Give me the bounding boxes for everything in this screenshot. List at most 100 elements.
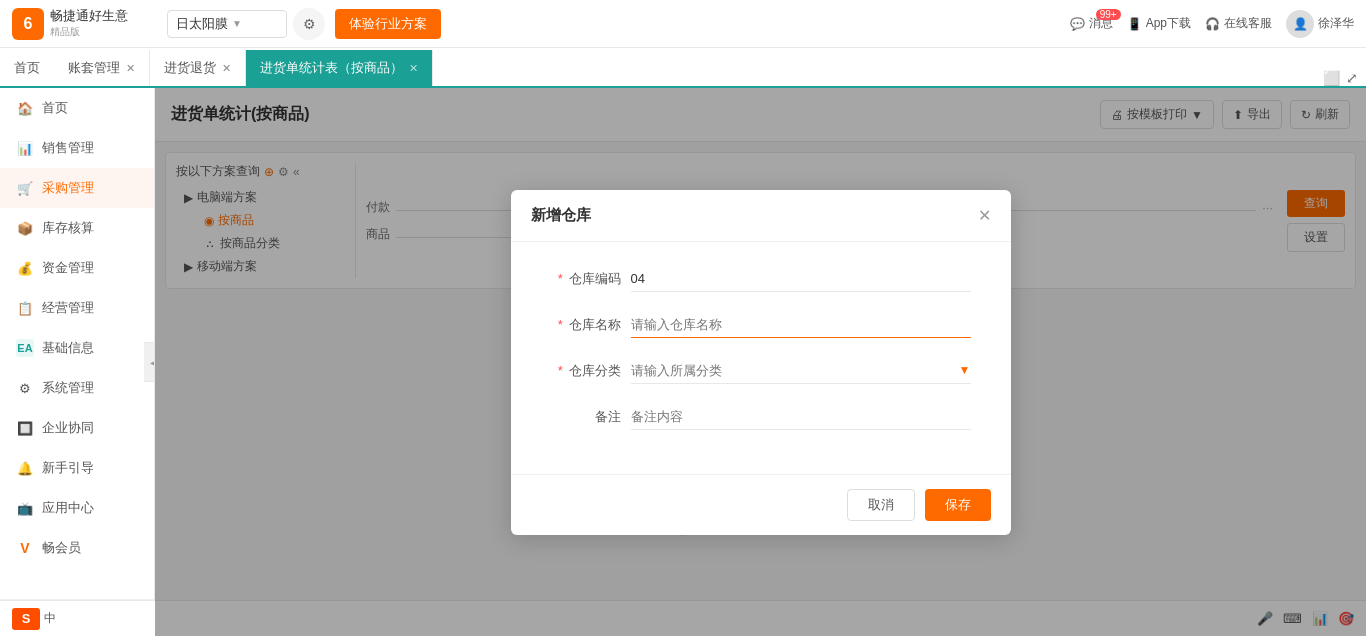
sidebar-item-sales[interactable]: 📊 销售管理 xyxy=(0,128,154,168)
category-label: * 仓库分类 xyxy=(551,362,631,380)
tab-purchase-return-close-icon[interactable]: ✕ xyxy=(222,62,231,75)
content-area: 进货单统计(按商品) 🖨 按模板打印 ▼ ⬆ 导出 ↻ 刷新 xyxy=(155,88,1366,636)
sidebar-item-operations[interactable]: 📋 经营管理 xyxy=(0,288,154,328)
tab-home[interactable]: 首页 xyxy=(0,50,54,86)
required-category-icon: * xyxy=(558,363,563,378)
tab-purchase-return[interactable]: 进货退货 ✕ xyxy=(150,50,246,86)
message-icon: 💬 xyxy=(1070,17,1085,31)
category-select-wrapper: ▼ xyxy=(631,358,971,384)
tab-accounts[interactable]: 账套管理 ✕ xyxy=(54,50,150,86)
notes-input[interactable] xyxy=(631,404,971,430)
headset-icon: 🎧 xyxy=(1205,17,1220,31)
tab-purchase-stats-close-icon[interactable]: ✕ xyxy=(409,62,418,75)
dialog-close-button[interactable]: ✕ xyxy=(978,206,991,225)
sidebar-toggle-button[interactable]: ◀ xyxy=(144,342,155,382)
name-label: * 仓库名称 xyxy=(551,316,631,334)
gear-button[interactable]: ⚙ xyxy=(293,8,325,40)
bottom-s-icon: S xyxy=(12,608,40,630)
apps-icon: 📺 xyxy=(16,499,34,517)
sidebar-item-purchase[interactable]: 🛒 采购管理 xyxy=(0,168,154,208)
sidebar-operations-label: 经营管理 xyxy=(42,299,94,317)
online-service-item[interactable]: 🎧 在线客服 xyxy=(1205,15,1272,32)
form-row-notes: 备注 xyxy=(551,404,971,430)
member-icon: V xyxy=(16,539,34,557)
sales-icon: 📊 xyxy=(16,139,34,157)
sidebar-inventory-label: 库存核算 xyxy=(42,219,94,237)
form-row-name: * 仓库名称 xyxy=(551,312,971,338)
dialog-header: 新增仓库 ✕ xyxy=(511,190,1011,242)
sidebar: 🏠 首页 📊 销售管理 🛒 采购管理 📦 库存核算 💰 资金管理 📋 经营管理 … xyxy=(0,88,155,636)
save-button[interactable]: 保存 xyxy=(925,489,991,521)
store-arrow-icon: ▼ xyxy=(232,18,242,29)
tab-minimize-icon[interactable]: ⬜ xyxy=(1323,70,1340,86)
app-download-item[interactable]: 📱 App下载 xyxy=(1127,15,1191,32)
basics-icon: EA xyxy=(16,339,34,357)
home-tab-label: 首页 xyxy=(14,59,40,77)
tab-expand-icon[interactable]: ⤢ xyxy=(1346,70,1358,86)
phone-icon: 📱 xyxy=(1127,17,1142,31)
sidebar-item-finance[interactable]: 💰 资金管理 xyxy=(0,248,154,288)
enterprise-icon: 🔲 xyxy=(16,419,34,437)
trial-button[interactable]: 体验行业方案 xyxy=(335,9,441,39)
dialog-body: * 仓库编码 * 仓库名称 xyxy=(511,242,1011,474)
avatar: 👤 xyxy=(1286,10,1314,38)
tab-controls: ⬜ ⤢ xyxy=(1315,70,1366,86)
store-selector[interactable]: 日太阳膜 ▼ xyxy=(167,10,287,38)
username-label: 徐泽华 xyxy=(1318,15,1354,32)
inventory-icon: 📦 xyxy=(16,219,34,237)
sidebar-item-member[interactable]: V 畅会员 xyxy=(0,528,154,568)
sidebar-purchase-label: 采购管理 xyxy=(42,179,94,197)
tab-purchase-return-label: 进货退货 xyxy=(164,59,216,77)
code-input[interactable] xyxy=(631,266,971,292)
form-row-category: * 仓库分类 ▼ xyxy=(551,358,971,384)
required-name-icon: * xyxy=(558,317,563,332)
logo-area: 6 畅捷通好生意 精品版 xyxy=(12,8,167,40)
name-input[interactable] xyxy=(631,312,971,338)
content-inner: 进货单统计(按商品) 🖨 按模板打印 ▼ ⬆ 导出 ↻ 刷新 xyxy=(155,88,1366,636)
sidebar-member-label: 畅会员 xyxy=(42,539,81,557)
sidebar-home-label: 首页 xyxy=(42,99,68,117)
category-arrow-icon: ▼ xyxy=(959,363,971,377)
sidebar-basics-label: 基础信息 xyxy=(42,339,94,357)
sidebar-finance-label: 资金管理 xyxy=(42,259,94,277)
tab-bar: 首页 账套管理 ✕ 进货退货 ✕ 进货单统计表（按商品） ✕ ⬜ ⤢ xyxy=(0,48,1366,88)
logo-text: 畅捷通好生意 xyxy=(50,8,128,25)
dialog-add-warehouse: 新增仓库 ✕ * 仓库编码 xyxy=(511,190,1011,535)
modal-overlay[interactable]: 新增仓库 ✕ * 仓库编码 xyxy=(155,88,1366,636)
sidebar-system-label: 系统管理 xyxy=(42,379,94,397)
sidebar-guide-label: 新手引导 xyxy=(42,459,94,477)
required-code-icon: * xyxy=(558,271,563,286)
messages-item[interactable]: 💬 消息 99+ xyxy=(1070,15,1113,32)
tab-accounts-label: 账套管理 xyxy=(68,59,120,77)
top-header: 6 畅捷通好生意 精品版 日太阳膜 ▼ ⚙ 体验行业方案 💬 消息 99+ 📱 … xyxy=(0,0,1366,48)
operations-icon: 📋 xyxy=(16,299,34,317)
main-layout: 🏠 首页 📊 销售管理 🛒 采购管理 📦 库存核算 💰 资金管理 📋 经营管理 … xyxy=(0,88,1366,636)
sidebar-sales-label: 销售管理 xyxy=(42,139,94,157)
sidebar-item-inventory[interactable]: 📦 库存核算 xyxy=(0,208,154,248)
tab-purchase-stats[interactable]: 进货单统计表（按商品） ✕ xyxy=(246,50,433,86)
sidebar-item-enterprise[interactable]: 🔲 企业协同 xyxy=(0,408,154,448)
logo-sub: 精品版 xyxy=(50,25,128,39)
category-input[interactable] xyxy=(631,358,959,383)
guide-icon: 🔔 xyxy=(16,459,34,477)
app-download-label: App下载 xyxy=(1146,15,1191,32)
sidebar-item-apps[interactable]: 📺 应用中心 xyxy=(0,488,154,528)
tab-purchase-stats-label: 进货单统计表（按商品） xyxy=(260,59,403,77)
sidebar-item-system[interactable]: ⚙ 系统管理 xyxy=(0,368,154,408)
cancel-button[interactable]: 取消 xyxy=(847,489,915,521)
messages-badge: 99+ xyxy=(1096,9,1121,20)
sidebar-apps-label: 应用中心 xyxy=(42,499,94,517)
logo-icon: 6 xyxy=(12,8,44,40)
sidebar-item-guide[interactable]: 🔔 新手引导 xyxy=(0,448,154,488)
form-row-code: * 仓库编码 xyxy=(551,266,971,292)
sidebar-item-basics[interactable]: EA 基础信息 xyxy=(0,328,154,368)
code-label: * 仓库编码 xyxy=(551,270,631,288)
user-item[interactable]: 👤 徐泽华 xyxy=(1286,10,1354,38)
sidebar-enterprise-label: 企业协同 xyxy=(42,419,94,437)
sidebar-item-home[interactable]: 🏠 首页 xyxy=(0,88,154,128)
tab-accounts-close-icon[interactable]: ✕ xyxy=(126,62,135,75)
bottom-logo: S 中 xyxy=(12,608,56,630)
notes-label: 备注 xyxy=(551,408,631,426)
header-right: 💬 消息 99+ 📱 App下载 🎧 在线客服 👤 徐泽华 xyxy=(1070,10,1354,38)
system-icon: ⚙ xyxy=(16,379,34,397)
